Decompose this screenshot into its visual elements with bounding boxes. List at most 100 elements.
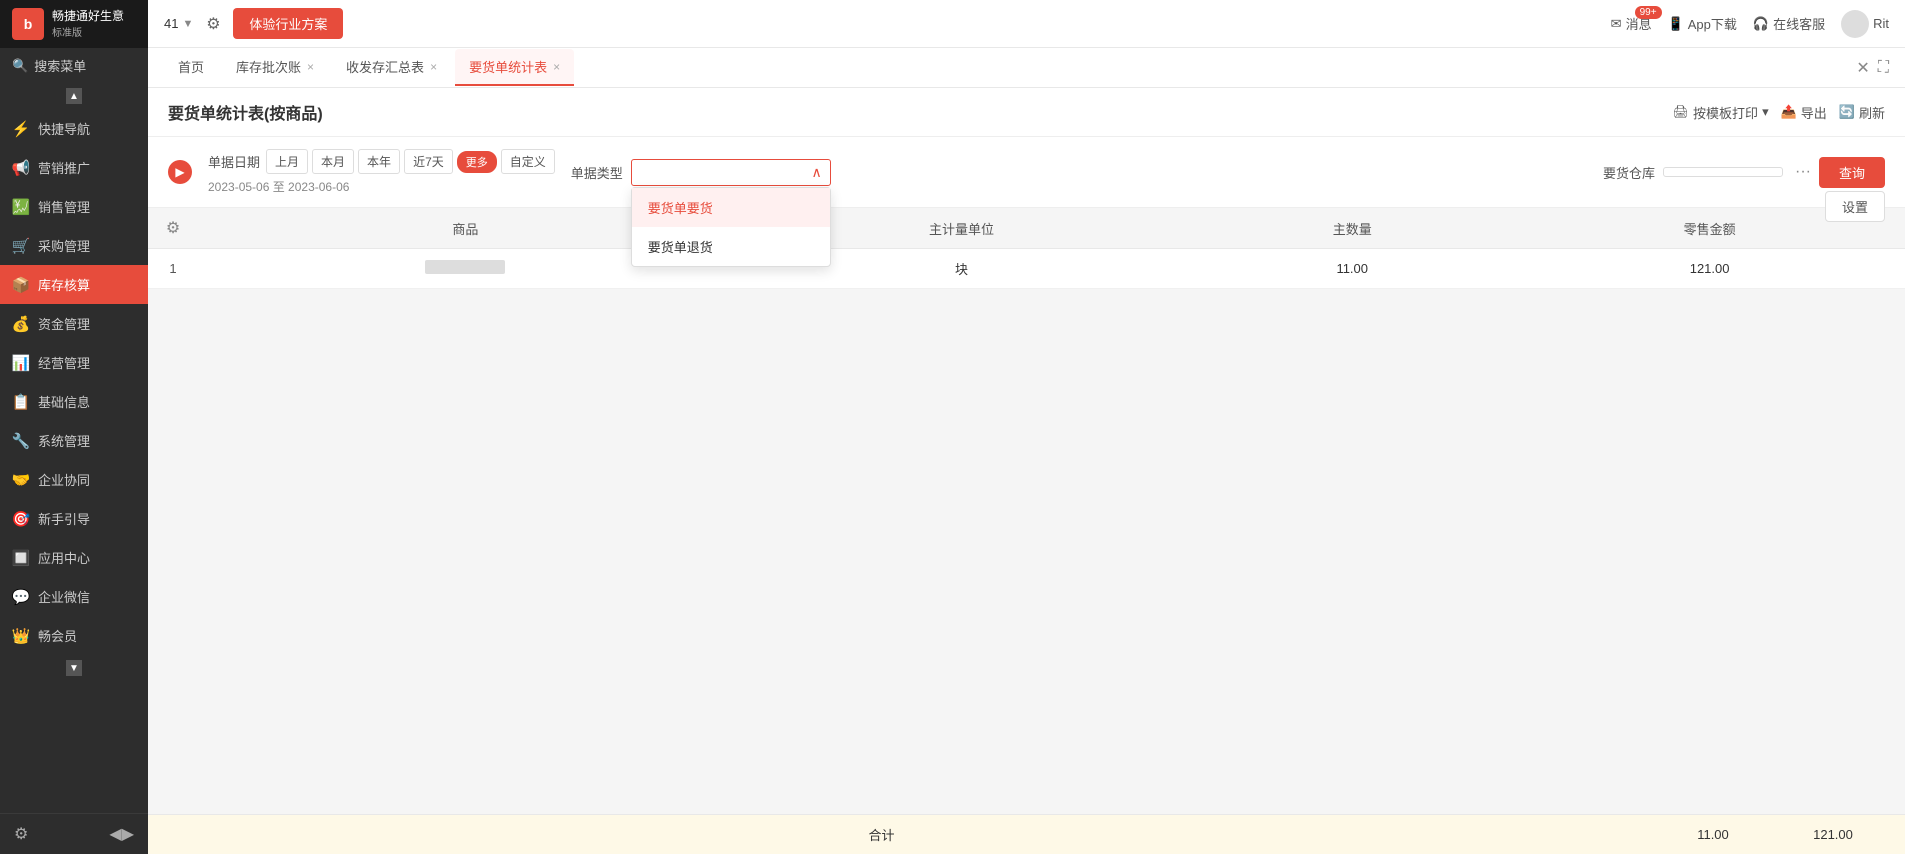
date-btn-more[interactable]: 更多 — [457, 151, 497, 173]
type-dropdown-menu: 要货单要货 要货单退货 — [631, 187, 831, 267]
date-btn-custom[interactable]: 自定义 — [501, 149, 555, 174]
sidebar-item-operations[interactable]: 📊 经营管理 — [0, 343, 148, 382]
sidebar-item-quick-nav[interactable]: ⚡ 快捷导航 — [0, 109, 148, 148]
tab-order-stats[interactable]: 要货单统计表 × — [455, 49, 574, 86]
sidebar: b 畅捷通好生意 标准版 🔍 搜索菜单 ▲ ⚡ 快捷导航 📢 营销推广 💹 销售… — [0, 0, 148, 854]
app-download-btn[interactable]: 📱 App下载 — [1668, 14, 1737, 33]
sidebar-item-finance[interactable]: 💰 资金管理 — [0, 304, 148, 343]
filter-expand-btn[interactable]: ▶ — [168, 160, 192, 184]
settings-btn-area: 设置 — [1825, 187, 1885, 222]
scroll-down[interactable]: ▼ — [0, 655, 148, 681]
sidebar-item-wechat[interactable]: 💬 企业微信 — [0, 577, 148, 616]
sidebar-logo: b 畅捷通好生意 标准版 — [0, 0, 148, 48]
sidebar-item-sales[interactable]: 💹 销售管理 — [0, 187, 148, 226]
sidebar-item-apps[interactable]: 🔲 应用中心 — [0, 538, 148, 577]
apps-icon: 🔲 — [12, 549, 30, 567]
settings-btn[interactable]: 设置 — [1825, 191, 1885, 222]
type-select-arrow: ∧ — [812, 164, 822, 181]
tab-inventory-batch-close[interactable]: × — [307, 60, 314, 74]
tab-order-stats-close[interactable]: × — [553, 60, 560, 74]
search-icon: 🔍 — [12, 58, 28, 74]
tab-order-stats-label: 要货单统计表 — [469, 57, 547, 76]
sidebar-item-guide[interactable]: 🎯 新手引导 — [0, 499, 148, 538]
date-filter-group: 单据日期 上月 本月 本年 近7天 更多 自定义 2023-05-06 至 20… — [208, 149, 555, 195]
sidebar-item-label: 采购管理 — [38, 236, 90, 255]
online-service-btn[interactable]: 🎧 在线客服 — [1753, 14, 1825, 33]
filter-bar: ▶ 单据日期 上月 本月 本年 近7天 更多 自定义 2023-05-06 至 … — [148, 137, 1905, 208]
table-footer: 合计 11.00 121.00 — [148, 814, 1905, 854]
filter-more-btn[interactable]: ··· — [1795, 163, 1811, 181]
sidebar-item-basic-info[interactable]: 📋 基础信息 — [0, 382, 148, 421]
sidebar-item-inventory[interactable]: 📦 库存核算 — [0, 265, 148, 304]
sidebar-search[interactable]: 🔍 搜索菜单 — [0, 48, 148, 83]
date-btn-last-month[interactable]: 上月 — [266, 149, 308, 174]
dropdown-option-order-return[interactable]: 要货单退货 — [632, 227, 830, 266]
sidebar-item-member[interactable]: 👑 畅会员 — [0, 616, 148, 655]
settings-icon[interactable]: ⚙ — [14, 824, 28, 844]
search-label: 搜索菜单 — [34, 56, 86, 75]
guide-icon: 🎯 — [12, 510, 30, 528]
service-label: 在线客服 — [1773, 14, 1825, 33]
sidebar-item-cooperation[interactable]: 🤝 企业协同 — [0, 460, 148, 499]
sidebar-item-purchase[interactable]: 🛒 采购管理 — [0, 226, 148, 265]
avatar — [1841, 10, 1869, 38]
toggle-icon[interactable]: ◀▶ — [109, 824, 134, 844]
sidebar-item-system[interactable]: 🔧 系统管理 — [0, 421, 148, 460]
template-print-btn[interactable]: 🖨 按模板打印 ▾ — [1673, 103, 1769, 122]
scroll-up[interactable]: ▲ — [0, 83, 148, 109]
td-qty: 11.00 — [1190, 249, 1514, 289]
trial-btn[interactable]: 体验行业方案 — [233, 8, 343, 39]
warehouse-select[interactable] — [1663, 167, 1783, 177]
topbar-gear-button[interactable]: ⚙ — [201, 12, 225, 36]
topbar: 41 ▼ ⚙ 体验行业方案 ✉ 消息 99+ 📱 App下载 🎧 在线客服 R — [148, 0, 1905, 48]
tab-receivable-summary-close[interactable]: × — [430, 60, 437, 74]
type-select[interactable]: ∧ — [631, 159, 831, 186]
logo-sub: 标准版 — [52, 24, 124, 39]
tab-expand-btn[interactable]: ⛶ — [1878, 59, 1889, 77]
sidebar-item-label: 畅会员 — [38, 626, 77, 645]
page-content: 要货单统计表(按商品) 🖨 按模板打印 ▾ 📤 导出 🔄 刷新 ▶ — [148, 88, 1905, 854]
scroll-down-arrow[interactable]: ▼ — [66, 660, 82, 676]
table-settings-icon[interactable]: ⚙ — [166, 220, 180, 237]
sidebar-item-label: 系统管理 — [38, 431, 90, 450]
dropdown-option-order-goods[interactable]: 要货单要货 — [632, 188, 830, 227]
marketing-icon: 📢 — [12, 159, 30, 177]
date-btn-last-7[interactable]: 近7天 — [404, 149, 453, 174]
sidebar-item-label: 企业微信 — [38, 587, 90, 606]
date-btn-this-month[interactable]: 本月 — [312, 149, 354, 174]
sidebar-item-label: 新手引导 — [38, 509, 90, 528]
user-avatar-area[interactable]: Rit — [1841, 10, 1889, 38]
scroll-up-arrow[interactable]: ▲ — [66, 88, 82, 104]
tab-home[interactable]: 首页 — [164, 49, 218, 86]
sidebar-nav: ▲ ⚡ 快捷导航 📢 营销推广 💹 销售管理 🛒 采购管理 📦 库存核算 💰 资… — [0, 83, 148, 813]
export-btn[interactable]: 📤 导出 — [1781, 103, 1827, 122]
th-qty: 主数量 — [1190, 208, 1514, 249]
data-table: ⚙ 商品 主计量单位 主数量 零售金额 1 块 — [148, 208, 1905, 289]
date-btn-this-year[interactable]: 本年 — [358, 149, 400, 174]
inventory-icon: 📦 — [12, 276, 30, 294]
date-options: 上月 本月 本年 近7天 更多 自定义 — [266, 149, 555, 174]
sidebar-item-label: 基础信息 — [38, 392, 90, 411]
th-settings[interactable]: ⚙ — [148, 208, 198, 249]
logo-icon: b — [12, 8, 44, 40]
refresh-btn[interactable]: 🔄 刷新 — [1839, 103, 1885, 122]
account-selector[interactable]: 41 ▼ — [164, 16, 193, 31]
sidebar-item-label: 经营管理 — [38, 353, 90, 372]
print-arrow: ▾ — [1762, 104, 1769, 120]
td-amount: 121.00 — [1514, 249, 1905, 289]
print-label: 按模板打印 — [1693, 103, 1758, 122]
tab-inventory-batch[interactable]: 库存批次账 × — [222, 49, 328, 86]
date-label: 单据日期 — [208, 152, 260, 171]
date-filter-row: 单据日期 上月 本月 本年 近7天 更多 自定义 — [208, 149, 555, 174]
sidebar-item-marketing[interactable]: 📢 营销推广 — [0, 148, 148, 187]
query-btn[interactable]: 查询 — [1819, 157, 1885, 188]
messages-btn[interactable]: ✉ 消息 99+ — [1611, 14, 1652, 33]
tab-close-all-btn[interactable]: ✕ — [1856, 58, 1869, 78]
main-area: 41 ▼ ⚙ 体验行业方案 ✉ 消息 99+ 📱 App下载 🎧 在线客服 R — [148, 0, 1905, 854]
sidebar-item-label: 库存核算 — [38, 275, 90, 294]
filter-type-container: 单据类型 ∧ 要货单要货 要货单退货 — [571, 159, 831, 186]
account-number: 41 — [164, 16, 178, 31]
tab-home-label: 首页 — [178, 57, 204, 76]
tab-receivable-summary[interactable]: 收发存汇总表 × — [332, 49, 451, 86]
member-icon: 👑 — [12, 627, 30, 645]
